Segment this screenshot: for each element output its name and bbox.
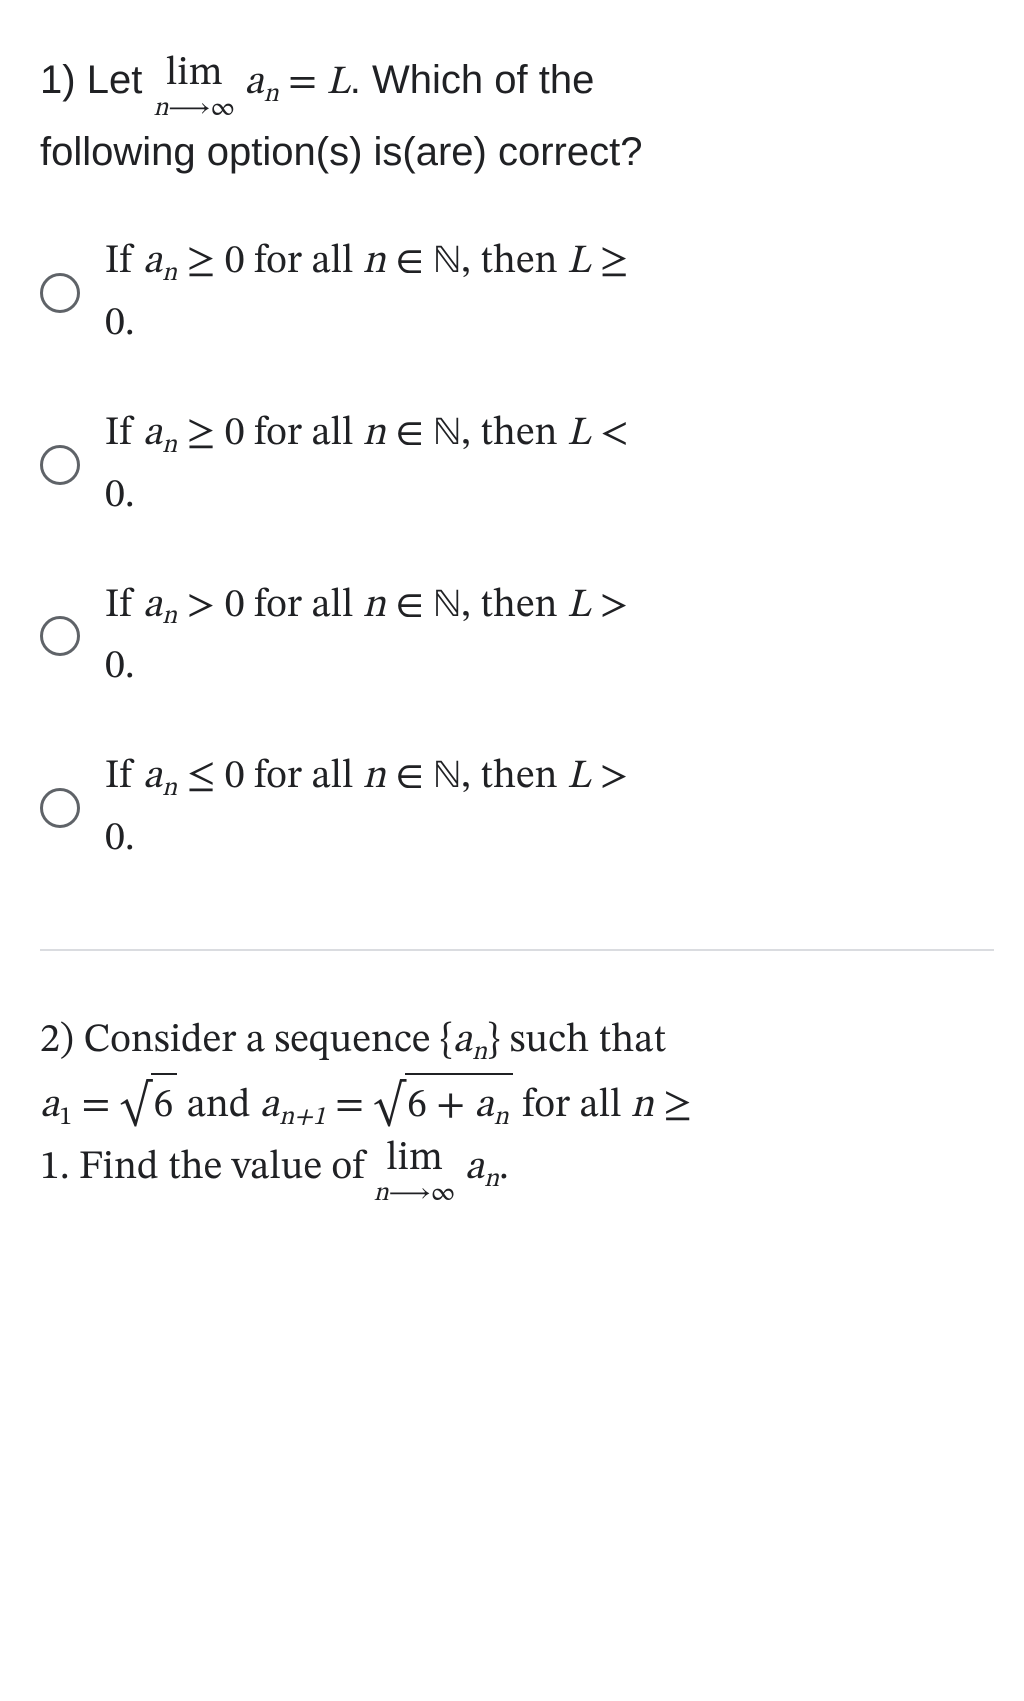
q1-which: Which of the [372, 58, 594, 102]
q1-let: Let [87, 58, 143, 102]
option-4[interactable]: If an ≤ 0 for all n ∈ ℕ, then L > 0. [40, 747, 994, 869]
q2-and: and [187, 1086, 251, 1126]
sub-n: n [264, 82, 279, 108]
option-2[interactable]: If an ≥ 0 for all n ∈ ℕ, then L < 0. [40, 404, 994, 526]
sqrt-6-plus-an: √6 + an [373, 1073, 512, 1138]
sqrt-6: √6 [120, 1073, 178, 1136]
options-list: If an ≥ 0 for all n ∈ ℕ, then L ≥ 0. If … [40, 232, 994, 869]
limit-notation: limn⟶∞ [153, 54, 235, 122]
equals: = [288, 63, 317, 103]
radio-icon[interactable] [40, 273, 80, 313]
q2-find: Find the value of [79, 1148, 364, 1188]
divider [40, 949, 994, 951]
lim-subscript: n⟶∞ [153, 96, 235, 122]
radio-icon[interactable] [40, 445, 80, 485]
question-2-stem: 2) Consider a sequence {an} such that a1… [40, 1011, 994, 1207]
q2-consider: Consider a sequence [84, 1021, 431, 1061]
lim-text: lim [153, 54, 235, 94]
radio-icon[interactable] [40, 788, 80, 828]
q2-forall: for all [522, 1086, 621, 1126]
option-3[interactable]: If an > 0 for all n ∈ ℕ, then L > 0. [40, 576, 994, 698]
limit-notation: limn⟶∞ [374, 1139, 456, 1207]
radio-icon[interactable] [40, 616, 80, 656]
q1-following: following option(s) is(are) correct? [40, 130, 642, 174]
option-3-text: If an > 0 for all n ∈ ℕ, then L > 0. [105, 576, 994, 698]
L-var: L [326, 63, 349, 103]
option-4-text: If an ≤ 0 for all n ∈ ℕ, then L > 0. [105, 747, 994, 869]
option-1[interactable]: If an ≥ 0 for all n ∈ ℕ, then L ≥ 0. [40, 232, 994, 354]
question-2: 2) Consider a sequence {an} such that a1… [40, 1011, 994, 1207]
a-var: a [245, 63, 264, 103]
period: . [350, 58, 361, 102]
option-2-text: If an ≥ 0 for all n ∈ ℕ, then L < 0. [105, 404, 994, 526]
q1-number: 1) [40, 58, 76, 102]
q2-number: 2) [40, 1021, 74, 1061]
question-1: 1) Let limn⟶∞ an = L. Which of the follo… [40, 50, 994, 869]
option-1-text: If an ≥ 0 for all n ∈ ℕ, then L ≥ 0. [105, 232, 994, 354]
question-1-stem: 1) Let limn⟶∞ an = L. Which of the follo… [40, 50, 994, 182]
q2-such: such that [510, 1021, 666, 1061]
